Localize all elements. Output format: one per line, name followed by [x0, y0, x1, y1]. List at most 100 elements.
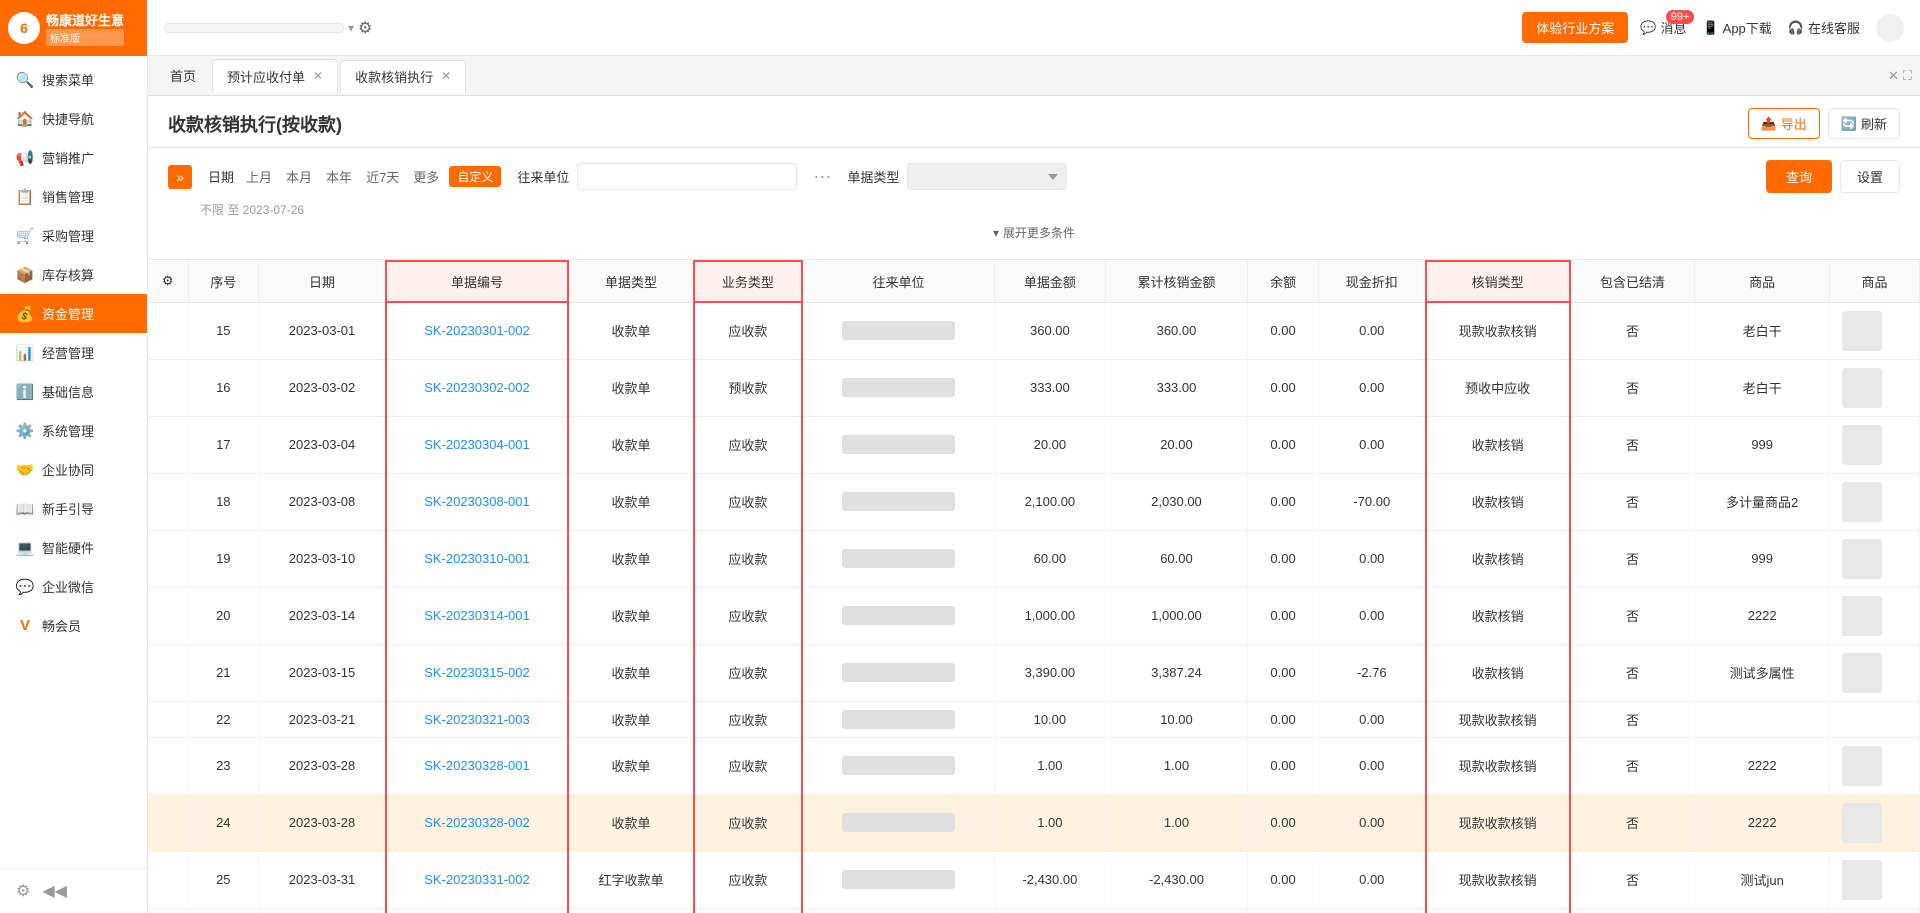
table-row[interactable]: 25 2023-03-31 SK-20230331-002 红字收款单 应收款 …: [148, 851, 1920, 908]
cell-goods2: [1829, 851, 1919, 908]
cell-cashdiscount: 0.00: [1318, 851, 1425, 908]
cell-docno[interactable]: SK-20230403-002: [386, 908, 568, 913]
tab-pending-close-icon[interactable]: ✕: [313, 69, 323, 83]
cell-docno[interactable]: SK-20230301-002: [386, 302, 568, 359]
table-row[interactable]: 16 2023-03-02 SK-20230302-002 收款单 预收款 ██…: [148, 359, 1920, 416]
sidebar-item-enterprise[interactable]: 🤝 企业协同: [0, 450, 147, 489]
breadcrumb-input[interactable]: [164, 23, 344, 33]
table-row[interactable]: 22 2023-03-21 SK-20230321-003 收款单 应收款 ██…: [148, 701, 1920, 737]
table-row[interactable]: 26 2023-04-03 SK-20230403-002 收款单 预收款 ██…: [148, 908, 1920, 913]
cell-docno[interactable]: SK-20230328-001: [386, 737, 568, 794]
doc-no-link[interactable]: SK-20230302-002: [424, 380, 530, 395]
date-custom-btn[interactable]: 自定义: [449, 166, 501, 187]
cell-date: 2023-03-28: [259, 794, 386, 851]
doc-no-link[interactable]: SK-20230301-002: [424, 323, 530, 338]
user-avatar[interactable]: [1876, 14, 1904, 42]
table-settings-icon[interactable]: ⚙: [162, 273, 174, 288]
cell-no: 21: [188, 644, 259, 701]
filter-settings-button[interactable]: 设置: [1840, 160, 1900, 193]
online-service-button[interactable]: 🎧 在线客服: [1788, 18, 1860, 37]
tab-home[interactable]: 首页: [156, 59, 210, 93]
cell-docno[interactable]: SK-20230302-002: [386, 359, 568, 416]
sidebar-item-hardware[interactable]: 💻 智能硬件: [0, 528, 147, 567]
cell-amount: 1,000.00: [995, 587, 1106, 644]
maximize-icon[interactable]: ⛶: [1903, 68, 1912, 84]
sidebar-item-member[interactable]: V 畅会员: [0, 606, 147, 645]
table-row[interactable]: 23 2023-03-28 SK-20230328-001 收款单 应收款 ██…: [148, 737, 1920, 794]
filter-toggle-button[interactable]: »: [168, 165, 192, 189]
export-button[interactable]: 📤 导出: [1748, 108, 1820, 139]
operation-icon: 📊: [16, 344, 34, 362]
date-more-btn[interactable]: 更多: [409, 165, 443, 188]
dropdown-arrow-icon[interactable]: ▾: [348, 21, 354, 35]
cell-docno[interactable]: SK-20230331-002: [386, 851, 568, 908]
doc-no-link[interactable]: SK-20230328-002: [424, 815, 530, 830]
cell-goods: 999: [1695, 416, 1830, 473]
query-button[interactable]: 查询: [1766, 160, 1832, 193]
settings-bottom-icon[interactable]: ⚙: [16, 881, 30, 901]
sidebar-item-sales[interactable]: 📋 销售管理: [0, 177, 147, 216]
doc-no-link[interactable]: SK-20230328-001: [424, 758, 530, 773]
close-window-icon[interactable]: ✕: [1888, 68, 1899, 84]
doc-no-link[interactable]: SK-20230321-003: [424, 712, 530, 727]
sidebar-item-quick[interactable]: 🏠 快捷导航: [0, 99, 147, 138]
doc-no-link[interactable]: SK-20230304-001: [424, 437, 530, 452]
sidebar-item-wechat[interactable]: 💬 企业微信: [0, 567, 147, 606]
cell-totaloffset: 2,030.00: [1105, 473, 1248, 530]
date-prev-month-btn[interactable]: 上月: [242, 165, 276, 188]
date-7days-btn[interactable]: 近7天: [362, 165, 403, 188]
table-row[interactable]: 19 2023-03-10 SK-20230310-001 收款单 应收款 ██…: [148, 530, 1920, 587]
topbar-gear-icon[interactable]: ⚙: [358, 18, 372, 38]
cell-docno[interactable]: SK-20230314-001: [386, 587, 568, 644]
messages-button[interactable]: 💬 消息 99+: [1640, 18, 1686, 37]
cell-includesettled: 否: [1570, 851, 1695, 908]
doc-no-link[interactable]: SK-20230315-002: [424, 665, 530, 680]
doc-type-select[interactable]: [907, 163, 1067, 190]
tab-pending[interactable]: 预计应收付单 ✕: [212, 59, 338, 93]
app-download-button[interactable]: 📱 App下载: [1702, 18, 1771, 37]
cell-docno[interactable]: SK-20230321-003: [386, 701, 568, 737]
cell-docno[interactable]: SK-20230310-001: [386, 530, 568, 587]
sidebar-logo: 6 畅康道好生意 标准版: [0, 0, 147, 56]
cell-includesettled: 否: [1570, 473, 1695, 530]
table-row[interactable]: 15 2023-03-01 SK-20230301-002 收款单 应收款 ██…: [148, 302, 1920, 359]
cell-docno[interactable]: SK-20230328-002: [386, 794, 568, 851]
partner-input[interactable]: [577, 163, 797, 190]
sidebar-item-basic[interactable]: ℹ️ 基础信息: [0, 372, 147, 411]
table-row[interactable]: 18 2023-03-08 SK-20230308-001 收款单 应收款 ██…: [148, 473, 1920, 530]
guide-icon: 📖: [16, 500, 34, 518]
table-row[interactable]: 24 2023-03-28 SK-20230328-002 收款单 应收款 ██…: [148, 794, 1920, 851]
table-row[interactable]: 20 2023-03-14 SK-20230314-001 收款单 应收款 ██…: [148, 587, 1920, 644]
cell-docno[interactable]: SK-20230308-001: [386, 473, 568, 530]
date-this-month-btn[interactable]: 本月: [282, 165, 316, 188]
phone-icon: 📱: [1702, 20, 1718, 36]
sidebar-item-purchase[interactable]: 🛒 采购管理: [0, 216, 147, 255]
cell-docno[interactable]: SK-20230304-001: [386, 416, 568, 473]
doc-no-link[interactable]: SK-20230310-001: [424, 551, 530, 566]
cell-balance: 0.00: [1248, 530, 1319, 587]
doc-no-link[interactable]: SK-20230308-001: [424, 494, 530, 509]
table-row[interactable]: 17 2023-03-04 SK-20230304-001 收款单 应收款 ██…: [148, 416, 1920, 473]
refresh-button[interactable]: 🔄 刷新: [1828, 108, 1900, 139]
table-row[interactable]: 21 2023-03-15 SK-20230315-002 收款单 应收款 ██…: [148, 644, 1920, 701]
filter-more-dots[interactable]: ···: [813, 166, 831, 187]
date-this-year-btn[interactable]: 本年: [322, 165, 356, 188]
sidebar-item-finance[interactable]: 💰 资金管理: [0, 294, 147, 333]
sidebar-item-system[interactable]: ⚙️ 系统管理: [0, 411, 147, 450]
cell-docno[interactable]: SK-20230315-002: [386, 644, 568, 701]
doc-no-link[interactable]: SK-20230314-001: [424, 608, 530, 623]
solution-button[interactable]: 体验行业方案: [1522, 12, 1628, 43]
tab-collection[interactable]: 收款核销执行 ✕: [340, 60, 466, 94]
col-settings-header[interactable]: ⚙: [148, 261, 188, 302]
expand-conditions-btn[interactable]: ▾ 展开更多条件: [168, 218, 1900, 247]
sidebar-item-operation[interactable]: 📊 经营管理: [0, 333, 147, 372]
tab-collection-close-icon[interactable]: ✕: [441, 69, 451, 83]
sidebar-item-marketing[interactable]: 📢 营销推广: [0, 138, 147, 177]
collapse-icon[interactable]: ◀◀: [42, 881, 67, 901]
sidebar-item-guide[interactable]: 📖 新手引导: [0, 489, 147, 528]
sidebar-item-search[interactable]: 🔍 搜索菜单: [0, 60, 147, 99]
doc-no-link[interactable]: SK-20230331-002: [424, 872, 530, 887]
cell-goods2: [1829, 908, 1919, 913]
cell-goods: 2222: [1695, 737, 1830, 794]
sidebar-item-inventory[interactable]: 📦 库存核算: [0, 255, 147, 294]
